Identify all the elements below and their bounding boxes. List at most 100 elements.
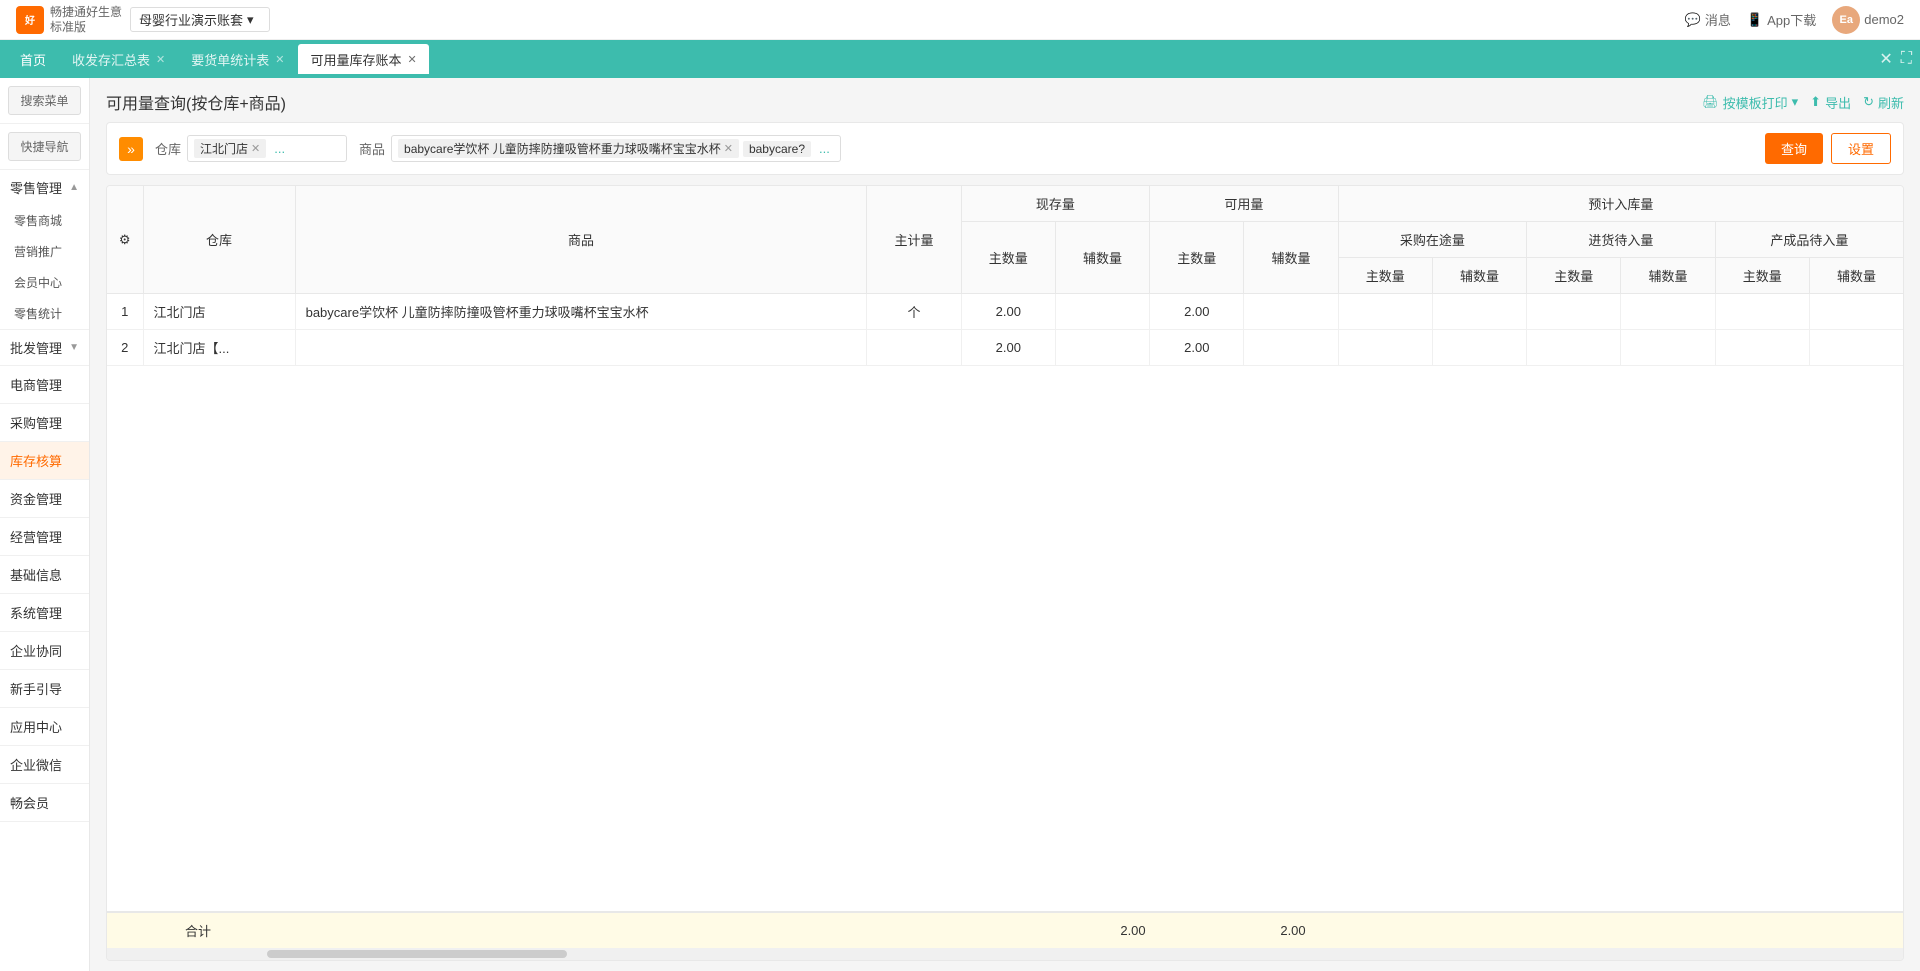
sidebar-group-retail: 零售管理 ▲ 零售商城 营销推广 会员中心 零售统计 bbox=[0, 170, 89, 330]
warehouse-filter: 仓库 江北门店 ✕ ... bbox=[155, 135, 347, 162]
scroll-thumb[interactable] bbox=[267, 950, 567, 958]
page-actions: 🖨 按模板打印 ▾ ⬆ 导出 ↻ 刷新 bbox=[1702, 93, 1904, 112]
printer-icon: 🖨 bbox=[1702, 94, 1719, 110]
th-pp-main: 主数量 bbox=[1715, 258, 1809, 294]
message-btn[interactable]: 💬 消息 bbox=[1685, 10, 1731, 29]
footer-label: 合计 bbox=[153, 921, 243, 940]
sidebar-item-app-center[interactable]: 应用中心 bbox=[0, 708, 89, 746]
sidebar-item-purchase[interactable]: 采购管理 bbox=[0, 404, 89, 442]
product-tag-2: babycare? bbox=[743, 141, 811, 157]
th-avail-main: 主数量 bbox=[1150, 222, 1244, 294]
th-purchase-transit: 采购在途量 bbox=[1338, 222, 1527, 258]
expand-icon[interactable]: ⛶ bbox=[1901, 50, 1912, 68]
sidebar-search-area: 搜索菜单 bbox=[0, 78, 89, 124]
table-row: 2 江北门店【... 2.00 2.00 bbox=[107, 330, 1903, 366]
avatar: Ea bbox=[1832, 6, 1860, 34]
remove-warehouse-icon[interactable]: ✕ bbox=[251, 142, 260, 155]
refresh-btn[interactable]: ↻ 刷新 bbox=[1863, 93, 1904, 112]
sidebar-item-marketing[interactable]: 营销推广 bbox=[0, 236, 89, 267]
th-pt-aux: 辅数量 bbox=[1432, 258, 1526, 294]
sidebar-item-ecommerce[interactable]: 电商管理 bbox=[0, 366, 89, 404]
tab-order-stats[interactable]: 要货单统计表 ✕ bbox=[179, 44, 296, 74]
sidebar-item-newbie[interactable]: 新手引导 bbox=[0, 670, 89, 708]
nav-tabs-bar: 首页 收发存汇总表 ✕ 要货单统计表 ✕ 可用量库存账本 ✕ ✕ ⛶ bbox=[0, 40, 1920, 78]
warehouse-input[interactable]: 江北门店 ✕ ... bbox=[187, 135, 347, 162]
product-tag-1: babycare学饮杯 儿童防摔防撞吸管杯重力球吸嘴杯宝宝水杯 ✕ bbox=[398, 139, 739, 158]
close-window-icon[interactable]: ✕ bbox=[1879, 49, 1892, 69]
chevron-up-icon: ▲ bbox=[69, 182, 79, 193]
th-available: 可用量 bbox=[1150, 186, 1339, 222]
th-pp-aux: 辅数量 bbox=[1809, 258, 1903, 294]
sidebar-item-finance[interactable]: 资金管理 bbox=[0, 480, 89, 518]
th-warehouse: 仓库 bbox=[143, 186, 295, 294]
nav-tabs-actions: ✕ ⛶ bbox=[1879, 49, 1912, 69]
th-stock-aux: 辅数量 bbox=[1055, 222, 1149, 294]
horizontal-scrollbar[interactable] bbox=[107, 948, 1903, 960]
account-dropdown[interactable]: 母婴行业演示账套 ▾ bbox=[130, 7, 270, 32]
close-icon[interactable]: ✕ bbox=[156, 53, 165, 66]
sidebar: 搜索菜单 快捷导航 零售管理 ▲ 零售商城 营销推广 会员中心 零售统计 批发管… bbox=[0, 78, 90, 971]
logo-text: 畅捷通好生意 标准版 bbox=[50, 5, 122, 34]
footer-stock-main: 2.00 bbox=[1093, 923, 1173, 938]
table-container: ⚙ 仓库 商品 主计量 现存量 可用量 预计入库量 主数量 辅数量 主数量 辅数… bbox=[106, 185, 1904, 961]
table-row: 1 江北门店 babycare学饮杯 儿童防摔防撞吸管杯重力球吸嘴杯宝宝水杯 个… bbox=[107, 294, 1903, 330]
sidebar-quick-nav-area: 快捷导航 bbox=[0, 124, 89, 170]
top-header: 好 畅捷通好生意 标准版 母婴行业演示账套 ▾ 💬 消息 📱 App下载 Ea … bbox=[0, 0, 1920, 40]
search-menu-btn[interactable]: 搜索菜单 bbox=[8, 86, 81, 115]
th-product: 商品 bbox=[295, 186, 867, 294]
remove-product-icon[interactable]: ✕ bbox=[724, 142, 733, 155]
close-icon[interactable]: ✕ bbox=[275, 53, 284, 66]
sidebar-item-member[interactable]: 畅会员 bbox=[0, 784, 89, 822]
app-download-btn[interactable]: 📱 App下载 bbox=[1747, 10, 1816, 29]
tab-receipt-summary[interactable]: 收发存汇总表 ✕ bbox=[60, 44, 177, 74]
query-btn[interactable]: 查询 bbox=[1765, 133, 1823, 164]
main-layout: 搜索菜单 快捷导航 零售管理 ▲ 零售商城 营销推广 会员中心 零售统计 批发管… bbox=[0, 78, 1920, 971]
sidebar-group-wholesale-header[interactable]: 批发管理 ▼ bbox=[0, 330, 89, 365]
sidebar-item-members[interactable]: 会员中心 bbox=[0, 267, 89, 298]
chevron-down-icon: ▾ bbox=[247, 12, 254, 28]
product-input[interactable]: babycare学饮杯 儿童防摔防撞吸管杯重力球吸嘴杯宝宝水杯 ✕ babyca… bbox=[391, 135, 841, 162]
logo-icon: 好 bbox=[16, 6, 44, 34]
sidebar-item-enterprise[interactable]: 企业协同 bbox=[0, 632, 89, 670]
sidebar-item-online-store[interactable]: 零售商城 bbox=[0, 205, 89, 236]
settings-btn[interactable]: 设置 bbox=[1831, 133, 1891, 164]
table-footer: 合计 2.00 2.00 bbox=[107, 911, 1903, 948]
sidebar-item-inventory[interactable]: 库存核算 bbox=[0, 442, 89, 480]
sidebar-item-operations[interactable]: 经营管理 bbox=[0, 518, 89, 556]
product-label: 商品 bbox=[359, 139, 385, 158]
th-products-pending: 产成品待入量 bbox=[1715, 222, 1903, 258]
warehouse-label: 仓库 bbox=[155, 139, 181, 158]
chevron-down-icon: ▾ bbox=[1792, 94, 1799, 110]
content-area: 可用量查询(按仓库+商品) 🖨 按模板打印 ▾ ⬆ 导出 ↻ 刷新 » bbox=[90, 78, 1920, 971]
table-body: 1 江北门店 babycare学饮杯 儿童防摔防撞吸管杯重力球吸嘴杯宝宝水杯 个… bbox=[107, 294, 1903, 366]
sidebar-item-wechat[interactable]: 企业微信 bbox=[0, 746, 89, 784]
filter-actions: 查询 设置 bbox=[1765, 133, 1891, 164]
th-gp-aux: 辅数量 bbox=[1621, 258, 1715, 294]
th-avail-aux: 辅数量 bbox=[1244, 222, 1338, 294]
inventory-table: ⚙ 仓库 商品 主计量 现存量 可用量 预计入库量 主数量 辅数量 主数量 辅数… bbox=[107, 186, 1903, 366]
quick-nav-btn[interactable]: 快捷导航 bbox=[8, 132, 81, 161]
product-more-btn[interactable]: ... bbox=[815, 141, 834, 156]
export-icon: ⬆ bbox=[1810, 94, 1821, 110]
close-icon[interactable]: ✕ bbox=[408, 53, 417, 66]
sidebar-item-retail-stats[interactable]: 零售统计 bbox=[0, 298, 89, 329]
th-stock-main: 主数量 bbox=[961, 222, 1055, 294]
sidebar-item-system[interactable]: 系统管理 bbox=[0, 594, 89, 632]
th-gp-main: 主数量 bbox=[1527, 258, 1621, 294]
header-left: 好 畅捷通好生意 标准版 母婴行业演示账套 ▾ bbox=[16, 5, 270, 34]
print-btn[interactable]: 🖨 按模板打印 ▾ bbox=[1702, 93, 1798, 112]
tab-available-inventory[interactable]: 可用量库存账本 ✕ bbox=[298, 44, 428, 74]
filter-toggle-btn[interactable]: » bbox=[119, 137, 143, 161]
logo-area: 好 畅捷通好生意 标准版 bbox=[16, 5, 122, 34]
tab-home[interactable]: 首页 bbox=[8, 50, 58, 69]
filter-bar: » 仓库 江北门店 ✕ ... 商品 babycare学饮杯 儿童防摔防撞吸管杯… bbox=[106, 122, 1904, 175]
product-filter: 商品 babycare学饮杯 儿童防摔防撞吸管杯重力球吸嘴杯宝宝水杯 ✕ bab… bbox=[359, 135, 841, 162]
user-menu[interactable]: Ea demo2 bbox=[1832, 6, 1904, 34]
sidebar-item-basic-info[interactable]: 基础信息 bbox=[0, 556, 89, 594]
warehouse-more-btn[interactable]: ... bbox=[270, 141, 289, 156]
export-btn[interactable]: ⬆ 导出 bbox=[1810, 93, 1851, 112]
th-planned-inbound: 预计入库量 bbox=[1338, 186, 1903, 222]
th-settings: ⚙ bbox=[107, 186, 143, 294]
sidebar-group-retail-header[interactable]: 零售管理 ▲ bbox=[0, 170, 89, 205]
download-icon: 📱 bbox=[1747, 12, 1763, 28]
